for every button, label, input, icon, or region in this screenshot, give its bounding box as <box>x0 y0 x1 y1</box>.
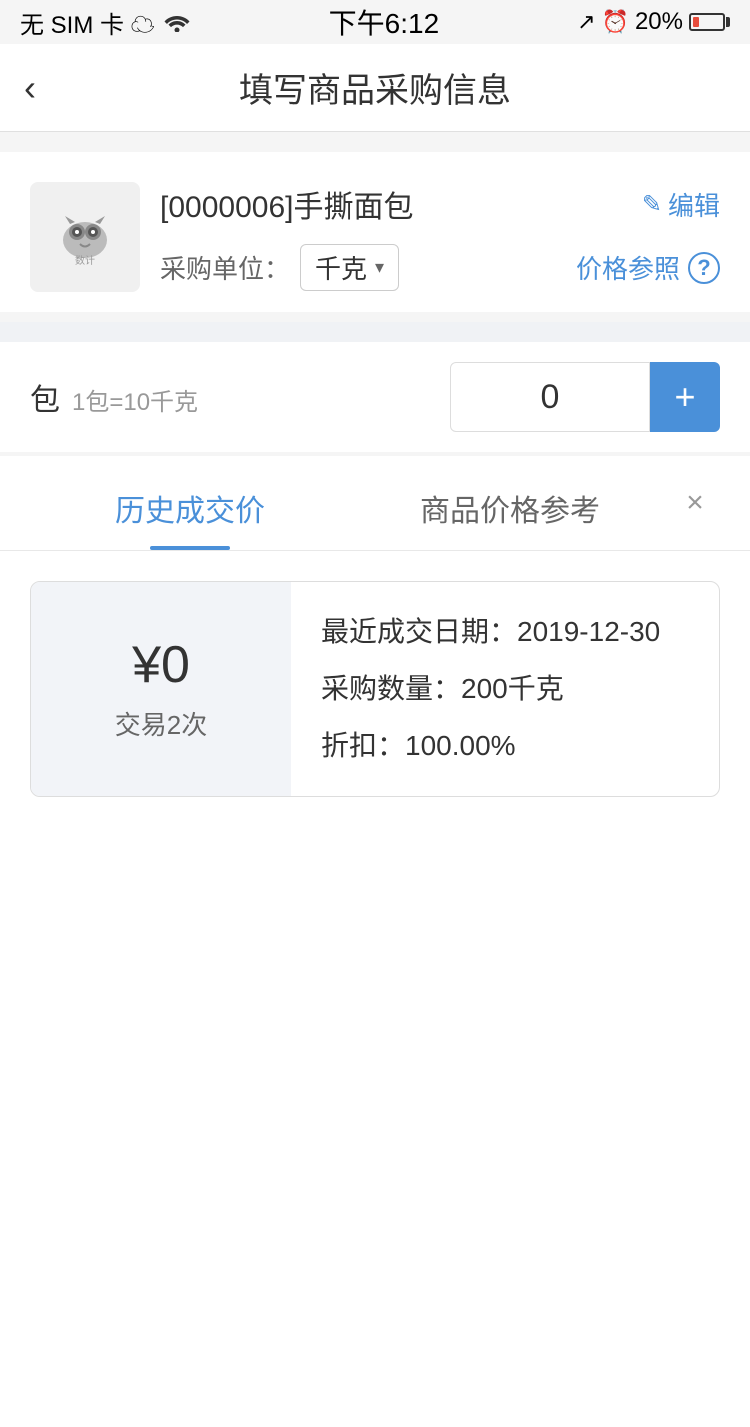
edit-label: 编辑 <box>668 186 720 223</box>
product-info: [0000006]手撕面包 ✎ 编辑 采购单位： 千克 ▾ 价格参照 ? <box>160 182 720 291</box>
location-icon: ↗ <box>577 9 595 35</box>
tabs-container: 历史成交价 商品价格参考 × ¥0 交易2次 最近成交日期：2019-12-30… <box>0 456 750 827</box>
battery-percent: 20% <box>635 8 683 36</box>
price-card: ¥0 交易2次 最近成交日期：2019-12-30 采购数量：200千克 折扣：… <box>30 581 720 797</box>
section-divider <box>0 322 750 342</box>
product-unit-row: 采购单位： 千克 ▾ 价格参照 ? <box>160 244 720 291</box>
qty-input-group: + <box>450 362 720 432</box>
edit-button[interactable]: ✎ 编辑 <box>642 186 720 223</box>
status-time: 下午6:12 <box>329 2 440 42</box>
status-left: 无 SIM 卡 ☁ <box>20 5 191 40</box>
product-thumbnail-icon: 数计 <box>50 202 120 272</box>
edit-icon: ✎ <box>642 190 662 219</box>
unit-selector-group: 采购单位： 千克 ▾ <box>160 244 399 291</box>
svg-text:数计: 数计 <box>75 254 95 267</box>
unit-select-arrow-icon: ▾ <box>375 257 384 278</box>
qty-plus-button[interactable]: + <box>650 362 720 432</box>
qty-unit-name: 包 <box>30 375 60 419</box>
status-right: ↗ ⏰ 20% <box>577 8 730 36</box>
sim-label: 无 SIM 卡 ☁ <box>20 5 155 40</box>
back-button[interactable]: ‹ <box>24 67 36 109</box>
tabs-header: 历史成交价 商品价格参考 × <box>0 456 750 551</box>
qty-plus-label: + <box>674 376 695 418</box>
close-icon: × <box>686 486 704 520</box>
price-card-right: 最近成交日期：2019-12-30 采购数量：200千克 折扣：100.00% <box>291 582 719 796</box>
price-detail-discount: 折扣：100.00% <box>321 726 689 765</box>
price-card-left: ¥0 交易2次 <box>31 582 291 796</box>
price-detail-recent-date: 最近成交日期：2019-12-30 <box>321 612 689 651</box>
quantity-row: 包 1包=10千克 + <box>0 342 750 452</box>
nav-bar: ‹ 填写商品采购信息 <box>0 44 750 132</box>
product-image-inner: 数计 <box>45 197 125 277</box>
tab-product-price-ref[interactable]: 商品价格参考 <box>350 456 670 550</box>
unit-label: 采购单位： <box>160 249 290 286</box>
product-top-row: 数计 [0000006]手撕面包 ✎ 编辑 采购单位： 千克 ▾ <box>30 182 720 292</box>
qty-label-group: 包 1包=10千克 <box>30 375 198 419</box>
tab-content-history: ¥0 交易2次 最近成交日期：2019-12-30 采购数量：200千克 折扣：… <box>0 551 750 827</box>
tab-underline <box>150 546 230 550</box>
price-ref-help-icon: ? <box>688 252 720 284</box>
price-ref-label: 价格参照 <box>576 249 680 286</box>
price-detail-purchase-qty: 采购数量：200千克 <box>321 669 689 708</box>
product-name: [0000006]手撕面包 <box>160 182 413 226</box>
page-title: 填写商品采购信息 <box>239 63 511 112</box>
tab-close-button[interactable]: × <box>670 478 720 528</box>
unit-select-value: 千克 <box>315 249 367 286</box>
qty-conversion: 1包=10千克 <box>72 382 198 417</box>
alarm-icon: ⏰ <box>602 9 629 35</box>
product-card: 数计 [0000006]手撕面包 ✎ 编辑 采购单位： 千克 ▾ <box>0 152 750 312</box>
price-ref-button[interactable]: 价格参照 ? <box>576 249 720 286</box>
product-name-row: [0000006]手撕面包 ✎ 编辑 <box>160 182 720 226</box>
unit-select-dropdown[interactable]: 千克 ▾ <box>300 244 399 291</box>
price-transactions: 交易2次 <box>115 705 207 742</box>
white-area <box>0 827 750 1427</box>
battery-icon <box>689 13 730 31</box>
tab-history-price[interactable]: 历史成交价 <box>30 456 350 550</box>
price-amount: ¥0 <box>132 635 190 695</box>
product-image: 数计 <box>30 182 140 292</box>
qty-input[interactable] <box>450 362 650 432</box>
status-bar: 无 SIM 卡 ☁ 下午6:12 ↗ ⏰ 20% <box>0 0 750 44</box>
wifi-icon <box>163 12 191 32</box>
